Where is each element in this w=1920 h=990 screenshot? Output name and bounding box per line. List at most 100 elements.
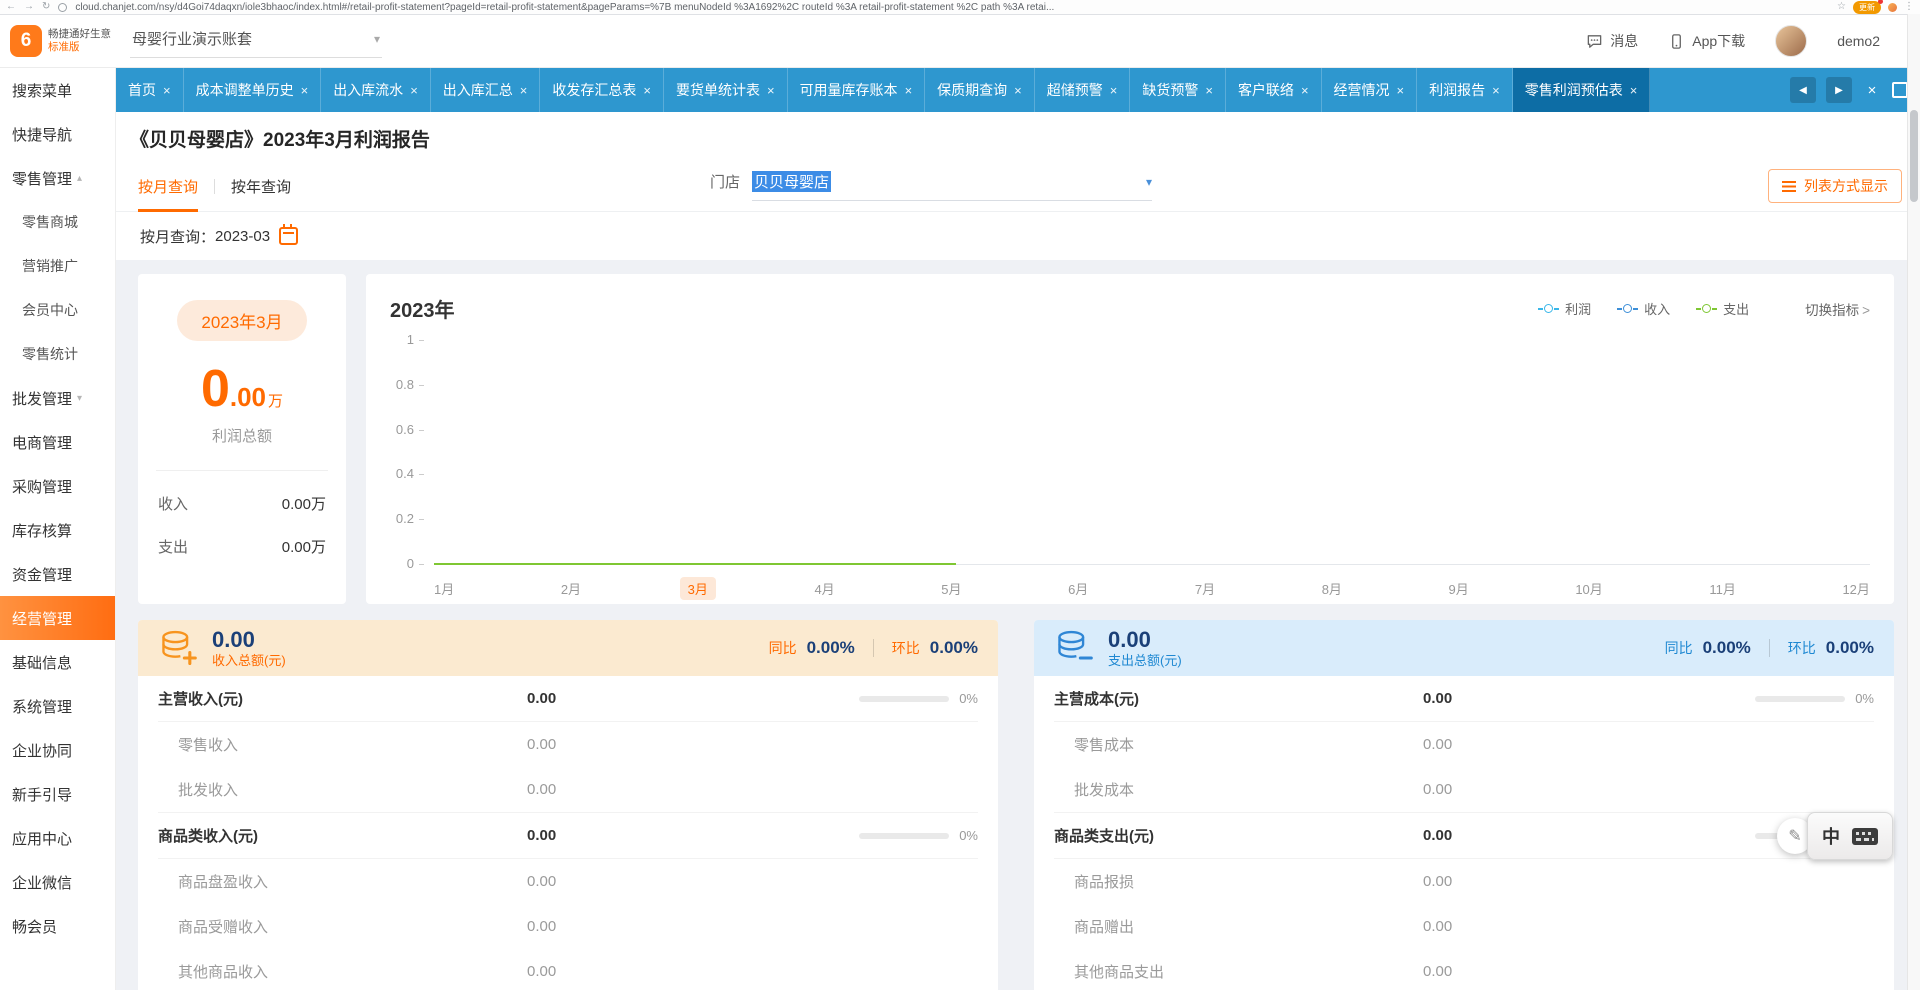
profit-amount-label: 利润总额 xyxy=(211,428,272,445)
legend-item[interactable]: 支出 xyxy=(1696,299,1749,318)
page-tab[interactable]: 客户联络 × xyxy=(1226,68,1322,112)
sidebar-item-14[interactable]: 系统管理 xyxy=(0,684,115,728)
sidebar-item-6[interactable]: 零售统计 xyxy=(0,332,115,376)
browser-back-icon[interactable]: ← xyxy=(6,2,16,12)
list-display-toggle-button[interactable]: 列表方式显示 xyxy=(1768,169,1902,203)
sidebar-item-13[interactable]: 基础信息 xyxy=(0,640,115,684)
page-tab[interactable]: 首页 × xyxy=(116,68,184,112)
sidebar-item-18[interactable]: 企业微信 xyxy=(0,860,115,904)
month-filter-row: 按月查询： 2023-03 xyxy=(116,212,1920,260)
page-tab[interactable]: 出入库流水 × xyxy=(321,68,431,112)
messages-button[interactable]: 消息 xyxy=(1586,31,1638,51)
keyboard-icon[interactable] xyxy=(1852,827,1878,845)
ime-language-indicator[interactable]: 中 xyxy=(1822,823,1840,849)
sidebar-item-19[interactable]: 畅会员 xyxy=(0,904,115,948)
tab-close-icon[interactable]: × xyxy=(163,83,171,98)
sidebar-item-label: 系统管理 xyxy=(12,698,73,716)
page-tab[interactable]: 可用量库存账本 × xyxy=(788,68,926,112)
tab-close-icon[interactable]: × xyxy=(1110,83,1118,98)
sidebar-item-5[interactable]: 会员中心 xyxy=(0,288,115,332)
tab-close-icon[interactable]: × xyxy=(520,83,528,98)
tab-close-icon[interactable]: × xyxy=(1397,83,1405,98)
tab-close-icon[interactable]: × xyxy=(643,83,651,98)
table-row: 商品类收入(元) 0.00 0% xyxy=(158,812,978,859)
browser-update-button[interactable]: 更新 xyxy=(1853,0,1883,14)
switch-indicator-button[interactable]: 切换指标 > xyxy=(1805,299,1870,319)
store-select[interactable]: 贝贝母婴店 ▾ xyxy=(752,171,1153,201)
query-tab-yearly[interactable]: 按年查询 xyxy=(231,161,291,211)
account-select[interactable]: 母婴行业演示账套 ▾ xyxy=(130,24,382,58)
row-label: 商品类收入(元) xyxy=(158,828,258,845)
sidebar-item-11[interactable]: 资金管理 xyxy=(0,552,115,596)
profit-amount: 0 .00 万 xyxy=(201,363,283,415)
scrollbar-thumb[interactable] xyxy=(1910,110,1918,202)
expense-panel-header: 0.00 支出总额(元) 同比 0.00% 环比 0.00% xyxy=(1034,620,1894,676)
tab-scroll-right-button[interactable]: ▶ xyxy=(1826,77,1852,103)
profit-amount-dec: .00 xyxy=(229,382,267,412)
query-tab-monthly[interactable]: 按月查询 xyxy=(138,161,199,212)
page-tab[interactable]: 保质期查询 × xyxy=(925,68,1035,112)
tab-close-icon[interactable]: × xyxy=(767,83,775,98)
tab-close-icon[interactable]: × xyxy=(1301,83,1309,98)
sidebar-item-3[interactable]: 零售商城 xyxy=(0,200,115,244)
sidebar-item-4[interactable]: 营销推广 xyxy=(0,244,115,288)
browser-bar: ← → ↻ cloud.chanjet.com/nsy/d4Goi74daqxn… xyxy=(0,0,1920,15)
ime-toolbar[interactable]: 中 xyxy=(1807,812,1893,860)
close-all-tabs-button[interactable]: × xyxy=(1862,77,1882,103)
tab-close-icon[interactable]: × xyxy=(1492,83,1500,98)
sidebar-item-15[interactable]: 企业协同 xyxy=(0,728,115,772)
sidebar-item-10[interactable]: 库存核算 xyxy=(0,508,115,552)
page-tab[interactable]: 缺货预警 × xyxy=(1130,68,1226,112)
row-value: 0.00 xyxy=(1423,963,1453,980)
tab-close-icon[interactable]: × xyxy=(905,83,913,98)
user-avatar[interactable] xyxy=(1775,25,1808,57)
tab-close-icon[interactable]: × xyxy=(410,83,418,98)
sidebar-item-8[interactable]: 电商管理 xyxy=(0,420,115,464)
sidebar-item-0[interactable]: 搜索菜单 xyxy=(0,68,115,112)
browser-refresh-icon[interactable]: ↻ xyxy=(42,2,50,12)
sidebar-item-1[interactable]: 快捷导航 xyxy=(0,112,115,156)
calendar-icon[interactable] xyxy=(279,224,299,245)
app-download-button[interactable]: App下载 xyxy=(1668,31,1745,51)
row-value: 0.00 xyxy=(1423,873,1453,890)
page-tab[interactable]: 成本调整单历史 × xyxy=(184,68,322,112)
tab-scroll-left-button[interactable]: ◀ xyxy=(1790,77,1816,103)
address-bar[interactable]: cloud.chanjet.com/nsy/d4Goi74daqxn/iole3… xyxy=(75,2,1829,13)
browser-menu-icon[interactable]: ⋮ xyxy=(1904,2,1914,12)
expense-rows: 主营成本(元) 0.00 0% 零售成本 0.00 批发成本 0.00 商品类支… xyxy=(1034,676,1894,990)
page-tab[interactable]: 超储预警 × xyxy=(1035,68,1131,112)
legend-item[interactable]: 利润 xyxy=(1538,299,1591,318)
page-tab[interactable]: 收发存汇总表 × xyxy=(540,68,664,112)
page-tab[interactable]: 利润报告 × xyxy=(1417,68,1513,112)
page-scrollbar[interactable] xyxy=(1907,14,1920,990)
tab-close-icon[interactable]: × xyxy=(1630,83,1638,98)
summary-income-label: 收入 xyxy=(158,496,189,513)
row-value: 0.00 xyxy=(527,873,557,890)
page-tab[interactable]: 出入库汇总 × xyxy=(431,68,541,112)
browser-forward-icon[interactable]: → xyxy=(24,2,34,12)
sidebar-item-17[interactable]: 应用中心 xyxy=(0,816,115,860)
legend-item[interactable]: 收入 xyxy=(1617,299,1670,318)
sidebar-item-12[interactable]: 经营管理 xyxy=(0,596,115,640)
bookmark-star-icon[interactable]: ☆ xyxy=(1837,2,1846,12)
page-tab[interactable]: 零售利润预估表 × xyxy=(1512,68,1651,112)
summary-expense-label: 支出 xyxy=(158,539,189,556)
mom-value: 0.00% xyxy=(929,638,978,657)
browser-profile-avatar[interactable] xyxy=(1888,2,1897,12)
fullscreen-icon[interactable] xyxy=(1892,82,1908,98)
phone-icon xyxy=(1672,33,1682,49)
tab-close-icon[interactable]: × xyxy=(1014,83,1022,98)
sidebar-item-9[interactable]: 采购管理 xyxy=(0,464,115,508)
progress-percent: 0% xyxy=(959,691,978,706)
chart-plot xyxy=(434,339,1870,565)
page-tab-label: 出入库汇总 xyxy=(442,82,513,98)
site-info-icon[interactable] xyxy=(58,2,68,12)
sidebar-item-16[interactable]: 新手引导 xyxy=(0,772,115,816)
tab-close-icon[interactable]: × xyxy=(301,83,309,98)
sidebar-item-2[interactable]: 零售管理 ▴ xyxy=(0,156,115,200)
sidebar-item-7[interactable]: 批发管理 ▾ xyxy=(0,376,115,420)
tab-close-icon[interactable]: × xyxy=(1205,83,1213,98)
page-tab[interactable]: 要货单统计表 × xyxy=(664,68,788,112)
sidebar-item-label: 企业微信 xyxy=(12,874,73,892)
page-tab[interactable]: 经营情况 × xyxy=(1322,68,1418,112)
